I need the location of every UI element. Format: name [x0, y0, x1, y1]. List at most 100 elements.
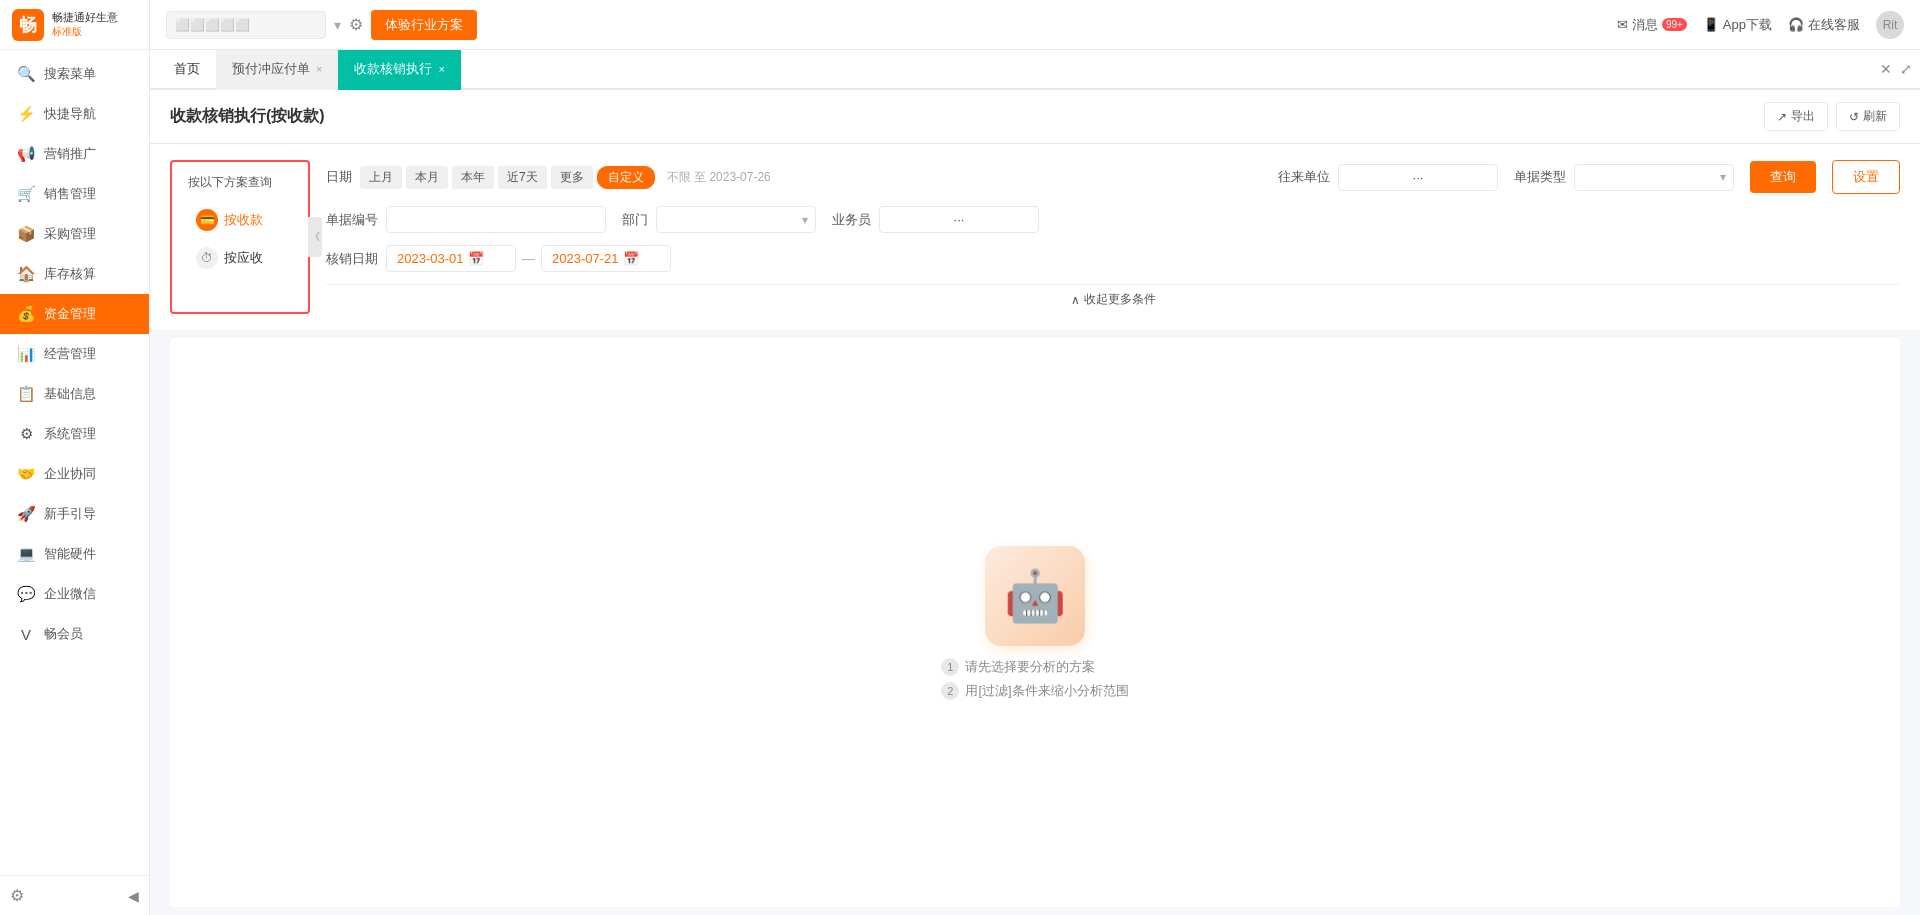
page-header: 收款核销执行(按收款) ↗ 导出 ↺ 刷新: [150, 90, 1920, 144]
close-all-tabs-icon[interactable]: ✕: [1880, 61, 1892, 77]
user-avatar: Rit: [1876, 11, 1904, 39]
sidebar-item-label-member: 畅会员: [44, 625, 83, 643]
gear-icon[interactable]: ⚙: [349, 15, 363, 34]
receivable-option-label: 按应收: [224, 249, 263, 267]
sidebar-item-sales[interactable]: 🛒 销售管理: [0, 174, 149, 214]
content-body: 🤖 1 请先选择要分析的方案 2 用[过滤]条件来缩小分析范围: [170, 338, 1900, 907]
app-download-button[interactable]: 📱 App下载: [1703, 16, 1772, 34]
custom-date-btn[interactable]: 自定义: [597, 166, 655, 189]
collapse-more-button[interactable]: ∧ 收起更多条件: [326, 284, 1900, 314]
sidebar-item-member[interactable]: V 畅会员: [0, 614, 149, 654]
sidebar-item-basic[interactable]: 📋 基础信息: [0, 374, 149, 414]
filter-collapse-button[interactable]: 《: [308, 217, 322, 257]
export-icon: ↗: [1777, 110, 1787, 124]
tab-close-writeoff[interactable]: ×: [438, 63, 444, 75]
no-limit-label: 不限 至 2023-07-26: [667, 169, 771, 186]
filter-option-by-receivable[interactable]: ⏱ 按应收: [188, 241, 292, 275]
sidebar-logo: 畅 畅捷通好生意 标准版: [0, 0, 149, 50]
sidebar-bottom: ⚙ ◀: [0, 875, 149, 915]
dept-select[interactable]: [656, 206, 816, 233]
filter-panel: 按以下方案查询 💳 按收款 ⏱ 按应收 《 日期: [150, 144, 1920, 330]
sidebar-item-search[interactable]: 🔍 搜索菜单: [0, 54, 149, 94]
export-button[interactable]: ↗ 导出: [1764, 102, 1828, 131]
tab-close-prepayment[interactable]: ×: [316, 63, 322, 75]
page-title: 收款核销执行(按收款): [170, 106, 325, 139]
app-logo-text: 畅捷通好生意 标准版: [52, 10, 118, 38]
sidebar-item-system[interactable]: ⚙ 系统管理: [0, 414, 149, 454]
filter-left-panel: 按以下方案查询 💳 按收款 ⏱ 按应收 《: [170, 160, 310, 314]
search-placeholder: ⬜⬜⬜⬜⬜: [175, 18, 250, 32]
last-month-btn[interactable]: 上月: [360, 166, 402, 189]
settings-button[interactable]: 设置: [1832, 160, 1900, 194]
counterpart-input[interactable]: ···: [1338, 164, 1498, 191]
filter-form: 日期 上月 本月 本年 近7天 更多 自定义 不限 至 2023-07-26: [326, 160, 1900, 314]
guide-icon: 🚀: [16, 504, 36, 524]
collapse-sidebar-icon[interactable]: ◀: [128, 888, 139, 904]
settings-icon[interactable]: ⚙: [10, 886, 24, 905]
calendar-icon: 📅: [468, 251, 484, 266]
doc-number-input[interactable]: [386, 206, 606, 233]
sidebar-item-label-sales: 销售管理: [44, 185, 96, 203]
sidebar-item-quick-nav[interactable]: ⚡ 快捷导航: [0, 94, 149, 134]
staff-label: 业务员: [832, 211, 871, 229]
refresh-icon: ↺: [1849, 110, 1859, 124]
content-area: 收款核销执行(按收款) ↗ 导出 ↺ 刷新 按以下方案查询 💳 按收款: [150, 90, 1920, 915]
wechat-icon: 💬: [16, 584, 36, 604]
query-button[interactable]: 查询: [1750, 161, 1816, 193]
system-icon: ⚙: [16, 424, 36, 444]
dept-select-wrap: [656, 206, 816, 233]
doc-type-field: 单据类型: [1514, 164, 1734, 191]
topbar-search-box: ⬜⬜⬜⬜⬜: [166, 11, 326, 39]
counterpart-label: 往来单位: [1278, 168, 1330, 186]
message-badge: 99+: [1662, 18, 1687, 31]
finance-icon: 💰: [16, 304, 36, 324]
message-icon: ✉: [1617, 17, 1628, 32]
refresh-button[interactable]: ↺ 刷新: [1836, 102, 1900, 131]
doc-type-label: 单据类型: [1514, 168, 1566, 186]
filter-section-title: 按以下方案查询: [188, 174, 292, 191]
staff-input[interactable]: ···: [879, 206, 1039, 233]
sidebar-item-finance[interactable]: 💰 资金管理: [0, 294, 149, 334]
sidebar-item-inventory[interactable]: 🏠 库存核算: [0, 254, 149, 294]
sidebar-item-marketing[interactable]: 📢 营销推广: [0, 134, 149, 174]
sales-icon: 🛒: [16, 184, 36, 204]
sidebar-item-label-marketing: 营销推广: [44, 145, 96, 163]
tab-prepayment[interactable]: 预付冲应付单 ×: [216, 50, 338, 90]
sidebar-item-purchase[interactable]: 📦 采购管理: [0, 214, 149, 254]
sidebar-item-label-search: 搜索菜单: [44, 65, 96, 83]
sidebar-item-business[interactable]: 📊 经营管理: [0, 334, 149, 374]
topbar-right: ✉ 消息 99+ 📱 App下载 🎧 在线客服 Rit: [1617, 11, 1904, 39]
message-button[interactable]: ✉ 消息 99+: [1617, 16, 1687, 34]
user-profile[interactable]: Rit: [1876, 11, 1904, 39]
this-month-btn[interactable]: 本月: [406, 166, 448, 189]
sidebar-item-label-enterprise: 企业协同: [44, 465, 96, 483]
last-7-days-btn[interactable]: 近7天: [498, 166, 547, 189]
this-year-btn[interactable]: 本年: [452, 166, 494, 189]
calendar-icon-end: 📅: [623, 251, 639, 266]
sidebar-item-enterprise[interactable]: 🤝 企业协同: [0, 454, 149, 494]
business-icon: 📊: [16, 344, 36, 364]
filter-row-2: 单据编号 部门 业务员 ···: [326, 206, 1900, 233]
basic-icon: 📋: [16, 384, 36, 404]
online-service-button[interactable]: 🎧 在线客服: [1788, 16, 1860, 34]
industry-solution-button[interactable]: 体验行业方案: [371, 10, 477, 40]
sidebar-item-label-quick-nav: 快捷导航: [44, 105, 96, 123]
doc-type-select[interactable]: [1574, 164, 1734, 191]
chevron-down-icon[interactable]: ▾: [334, 17, 341, 33]
writeoff-date-range: 2023-03-01 📅 — 2023-07-21 📅: [386, 245, 671, 272]
step-1-number: 1: [941, 658, 959, 676]
sidebar-item-hardware[interactable]: 💻 智能硬件: [0, 534, 149, 574]
tab-writeoff[interactable]: 收款核销执行 ×: [338, 50, 460, 90]
writeoff-end-input[interactable]: 2023-07-21 📅: [541, 245, 671, 272]
service-icon: 🎧: [1788, 17, 1804, 32]
writeoff-start-input[interactable]: 2023-03-01 📅: [386, 245, 516, 272]
sidebar-item-guide[interactable]: 🚀 新手引导: [0, 494, 149, 534]
more-date-btn[interactable]: 更多: [551, 166, 593, 189]
expand-tabs-icon[interactable]: ⤢: [1900, 61, 1912, 77]
member-icon: V: [16, 624, 36, 644]
sidebar-item-wechat[interactable]: 💬 企业微信: [0, 574, 149, 614]
filter-option-by-receipt[interactable]: 💳 按收款: [188, 203, 292, 237]
empty-step-1: 1 请先选择要分析的方案: [941, 658, 1128, 676]
sidebar-item-label-basic: 基础信息: [44, 385, 96, 403]
tab-home[interactable]: 首页: [158, 50, 216, 90]
